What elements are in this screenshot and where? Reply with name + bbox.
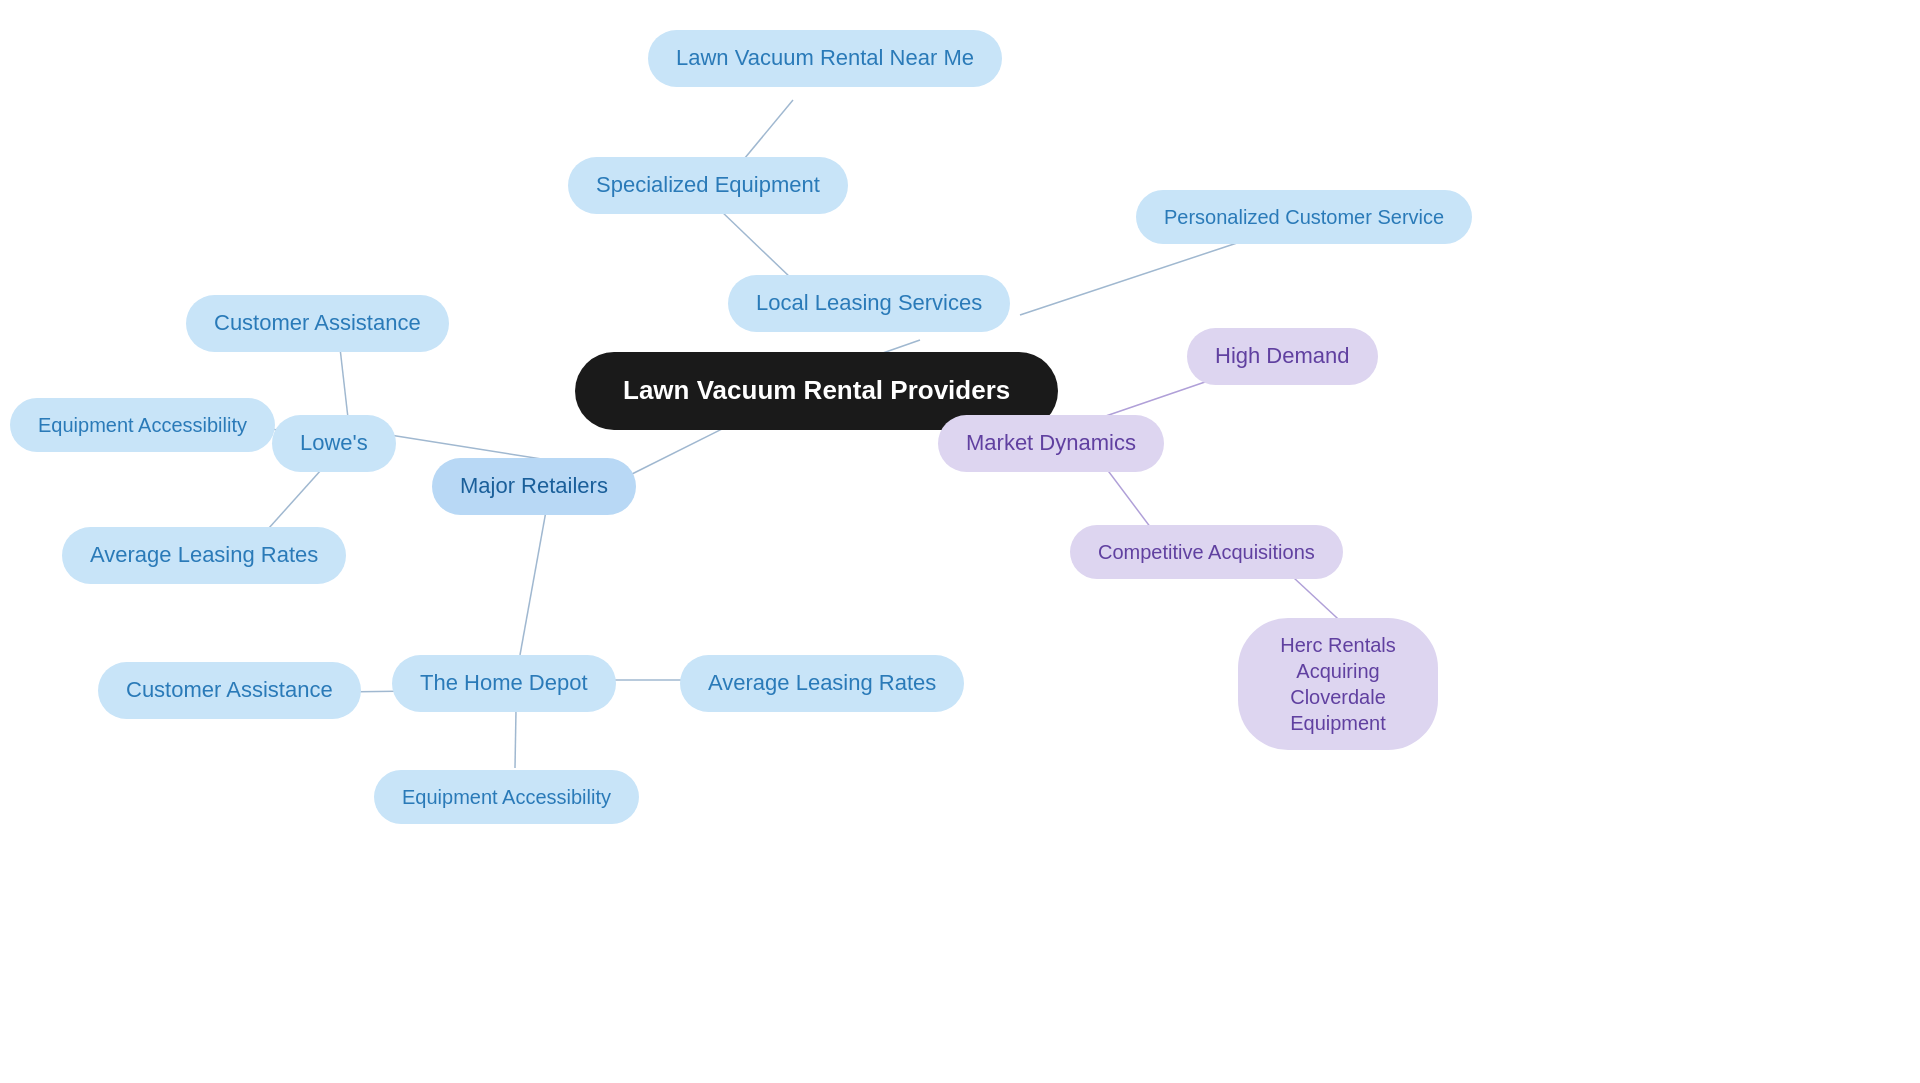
customer-assistance-depot-node: Customer Assistance xyxy=(98,662,361,719)
equipment-accessibility-lowes-node: Equipment Accessibility xyxy=(10,398,275,452)
equipment-accessibility-depot-node: Equipment Accessibility xyxy=(374,770,639,824)
personalized-customer-service-node: Personalized Customer Service xyxy=(1136,190,1472,244)
customer-assistance-lowes-node: Customer Assistance xyxy=(186,295,449,352)
major-retailers-node: Major Retailers xyxy=(432,458,636,515)
market-dynamics-node: Market Dynamics xyxy=(938,415,1164,472)
competitive-acquisitions-node: Competitive Acquisitions xyxy=(1070,525,1343,579)
high-demand-node: High Demand xyxy=(1187,328,1378,385)
lowes-node: Lowe's xyxy=(272,415,396,472)
local-leasing-services-node: Local Leasing Services xyxy=(728,275,1010,332)
average-leasing-rates-lowes-node: Average Leasing Rates xyxy=(62,527,346,584)
svg-line-6 xyxy=(340,348,348,418)
average-leasing-rates-depot-node: Average Leasing Rates xyxy=(680,655,964,712)
svg-line-5 xyxy=(390,435,548,460)
specialized-equipment-node: Specialized Equipment xyxy=(568,157,848,214)
the-home-depot-node: The Home Depot xyxy=(392,655,616,712)
svg-line-3 xyxy=(1020,242,1240,315)
svg-line-9 xyxy=(520,500,548,655)
herc-rentals-node: Herc Rentals Acquiring Cloverdale Equipm… xyxy=(1238,618,1438,750)
lawn-vacuum-rental-near-me-node: Lawn Vacuum Rental Near Me xyxy=(648,30,1002,87)
svg-line-11 xyxy=(515,710,516,768)
